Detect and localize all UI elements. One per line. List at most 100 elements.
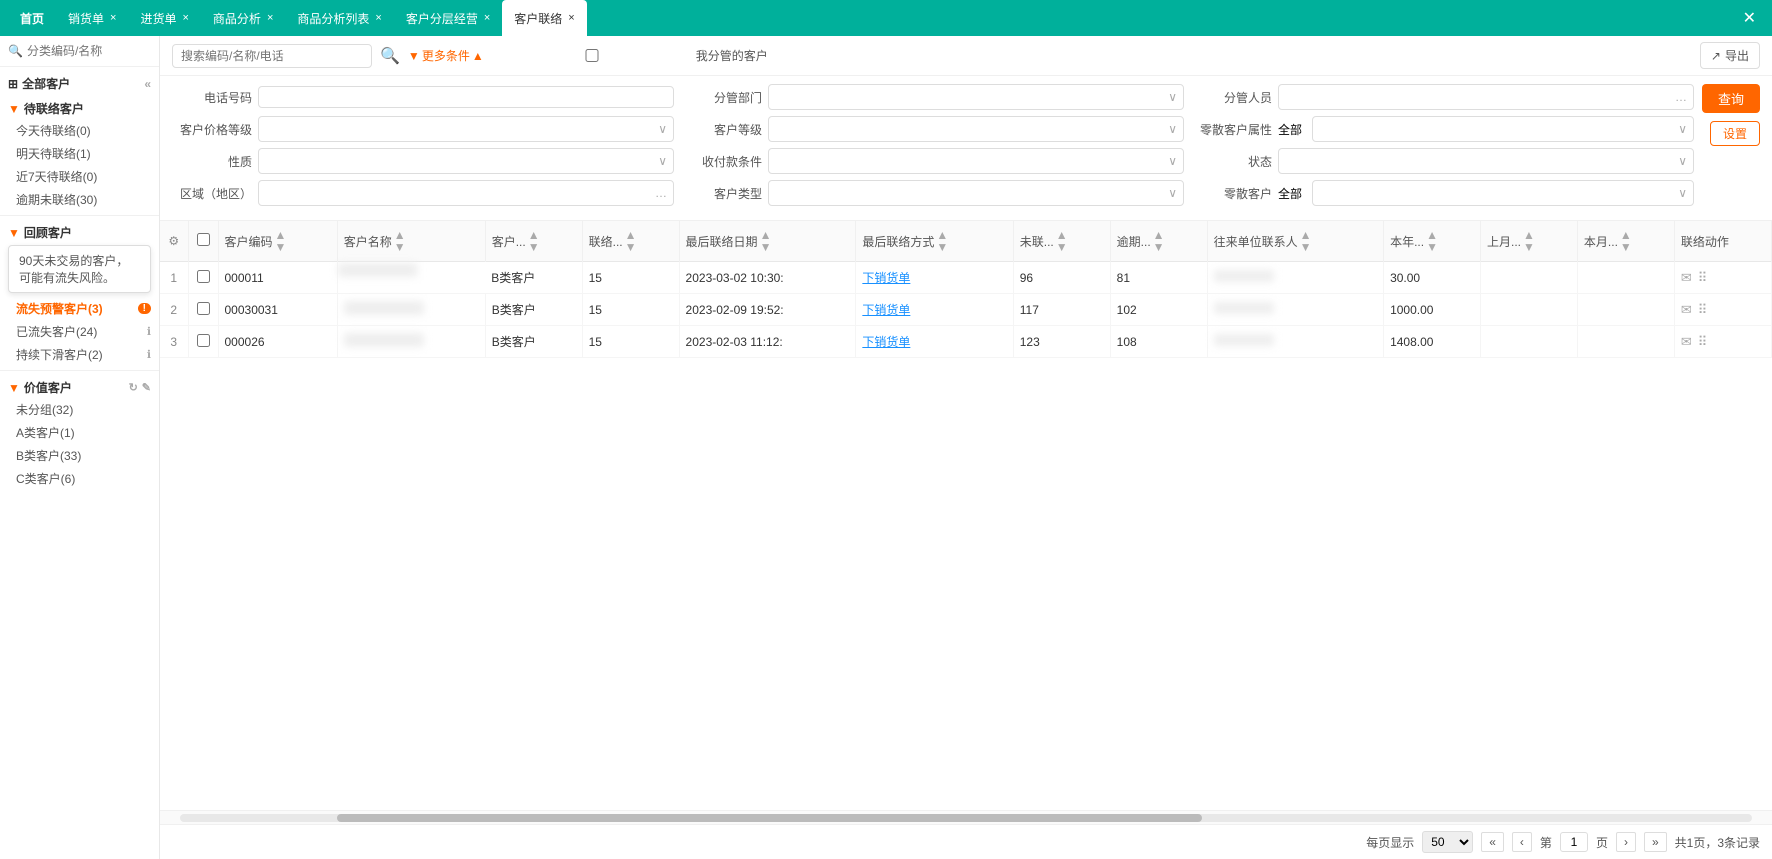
sidebar-all-customers[interactable]: ⊞ 全部客户 « [0,67,159,96]
unit-contact-sort-icon[interactable]: ▲▼ [1300,229,1312,253]
row-1-checkbox-input[interactable] [197,270,210,283]
row-3-this-month [1577,326,1674,358]
col-this-month: 本月... ▲▼ [1577,221,1674,262]
horizontal-scrollbar[interactable] [180,814,1752,822]
sidebar-item-overdue-uncontacted[interactable]: 逾期未联络(30) [0,188,159,211]
row-3-method-link[interactable]: 下销货单 [862,335,910,349]
more-conditions-button[interactable]: ▼ 更多条件 ▲ [408,47,484,64]
sidebar-item-churn-warning[interactable]: 流失预警客户(3) ! [0,297,159,320]
sidebar-item-ungrouped[interactable]: 未分组(32) [0,398,159,421]
sidebar-item-7days-pending[interactable]: 近7天待联络(0) [0,165,159,188]
collapse-icon[interactable]: « [144,77,151,91]
refresh-icon[interactable]: ↻ [129,381,138,394]
sidebar-item-declining[interactable]: 持续下滑客户(2) ℹ [0,343,159,366]
first-page-button[interactable]: « [1481,832,1504,852]
region-dots[interactable]: … [655,186,667,200]
code-sort-icon[interactable]: ▲▼ [275,229,287,253]
row-3-name [337,326,485,358]
query-button[interactable]: 查询 [1702,84,1760,113]
prev-page-button[interactable]: ‹ [1512,832,1532,852]
edit-icon[interactable]: ✎ [142,381,151,394]
sidebar-item-tomorrow-pending[interactable]: 明天待联络(1) [0,142,159,165]
row-2-type: B类客户 [485,294,582,326]
contact-sort-icon[interactable]: ▲▼ [625,229,637,253]
search-button[interactable]: 🔍 [380,46,400,66]
this-year-sort-icon[interactable]: ▲▼ [1426,229,1438,253]
tab-analysis-list[interactable]: 商品分析列表 × [285,0,393,36]
my-customers-checkbox[interactable] [492,49,692,62]
row-2-method-link[interactable]: 下销货单 [862,303,910,317]
retail-attr-select[interactable]: ∨ [1312,116,1694,142]
price-tier-select[interactable]: ∨ [258,116,674,142]
row-1-name[interactable] [338,263,418,277]
next-page-button[interactable]: › [1616,832,1636,852]
last-contact-date-sort-icon[interactable]: ▲▼ [760,229,772,253]
nature-select[interactable]: ∨ [258,148,674,174]
region-select[interactable]: … [258,180,674,206]
tab-analysis-close[interactable]: × [267,12,273,24]
tab-home[interactable]: 首页 [8,0,56,36]
row-2-checkbox-input[interactable] [197,302,210,315]
tab-analysis[interactable]: 商品分析 × [201,0,285,36]
sidebar-item-a-class[interactable]: A类客户(1) [0,421,159,444]
sidebar-item-c-class[interactable]: C类客户(6) [0,467,159,490]
tab-sales-close[interactable]: × [110,12,116,24]
row-3-checkbox-input[interactable] [197,334,210,347]
type-sort-icon[interactable]: ▲▼ [528,229,540,253]
export-button[interactable]: ↗ 导出 [1700,42,1760,69]
sidebar-search-input[interactable] [27,44,160,58]
last-contact-method-sort-icon[interactable]: ▲▼ [936,229,948,253]
row-1-method-link[interactable]: 下销货单 [862,271,910,285]
sidebar-group-value[interactable]: ▼ 价值客户 ↻ ✎ [0,375,159,398]
row-1-last-contact-method[interactable]: 下销货单 [856,262,1013,294]
row-3-more-icon[interactable]: ⠿ [1698,334,1708,350]
adv-filter-payment: 收付款条件 ∨ [682,148,1184,174]
sidebar-item-b-class[interactable]: B类客户(33) [0,444,159,467]
col-settings[interactable]: ⚙ [160,221,188,262]
this-month-sort-icon[interactable]: ▲▼ [1620,229,1632,253]
tab-purchase[interactable]: 进货单 × [128,0,200,36]
row-3-contact-icon[interactable]: ✉ [1681,334,1692,350]
person-select[interactable]: … [1278,84,1694,110]
name-sort-icon[interactable]: ▲▼ [394,229,406,253]
customer-tier-select[interactable]: ∨ [768,116,1184,142]
tab-purchase-close[interactable]: × [182,12,188,24]
status-select[interactable]: ∨ [1278,148,1694,174]
row-1-contact-icon[interactable]: ✉ [1681,270,1692,286]
sidebar-group-pending[interactable]: ▼ 待联络客户 [0,96,159,119]
select-all-checkbox[interactable] [197,233,210,246]
overdue-sort-icon[interactable]: ▲▼ [1153,229,1165,253]
sidebar-item-today-pending[interactable]: 今天待联络(0) [0,119,159,142]
my-customers-checkbox-label[interactable]: 我分管的客户 [492,47,768,64]
search-input[interactable] [172,44,372,68]
last-page-button[interactable]: » [1644,832,1667,852]
tab-customer-tier[interactable]: 客户分层经营 × [394,0,502,36]
sidebar-group-churn[interactable]: ▼ 回顾客户 [0,220,159,243]
payment-select[interactable]: ∨ [768,148,1184,174]
row-1-more-icon[interactable]: ⠿ [1698,270,1708,286]
page-number-input[interactable] [1560,832,1588,852]
row-3-last-contact-method[interactable]: 下销货单 [856,326,1013,358]
customer-type-select[interactable]: ∨ [768,180,1184,206]
retail-select[interactable]: ∨ [1312,180,1694,206]
window-close-button[interactable]: ✕ [1735,8,1764,28]
phone-input[interactable] [258,86,674,108]
tab-customer-contact-close[interactable]: × [568,12,574,24]
row-2-last-contact-method[interactable]: 下销货单 [856,294,1013,326]
sidebar-item-already-churned[interactable]: 已流失客户(24) ℹ [0,320,159,343]
tab-customer-tier-close[interactable]: × [484,12,490,24]
row-2-more-icon[interactable]: ⠿ [1698,302,1708,318]
adv-filter-row-4: 区域（地区） … 客户类型 ∨ [172,180,1694,206]
uncontacted-sort-icon[interactable]: ▲▼ [1056,229,1068,253]
tab-analysis-list-close[interactable]: × [375,12,381,24]
filter-settings-button[interactable]: 设置 [1710,121,1760,146]
person-dots[interactable]: … [1675,90,1687,104]
scrollbar-thumb[interactable] [337,814,1202,822]
table-settings-icon[interactable]: ⚙ [168,234,179,248]
tab-customer-contact[interactable]: 客户联络 × [502,0,586,36]
tab-sales[interactable]: 销货单 × [56,0,128,36]
dept-select[interactable]: ∨ [768,84,1184,110]
last-month-sort-icon[interactable]: ▲▼ [1523,229,1535,253]
per-page-select[interactable]: 50 100 200 [1422,831,1473,853]
row-2-contact-icon[interactable]: ✉ [1681,302,1692,318]
